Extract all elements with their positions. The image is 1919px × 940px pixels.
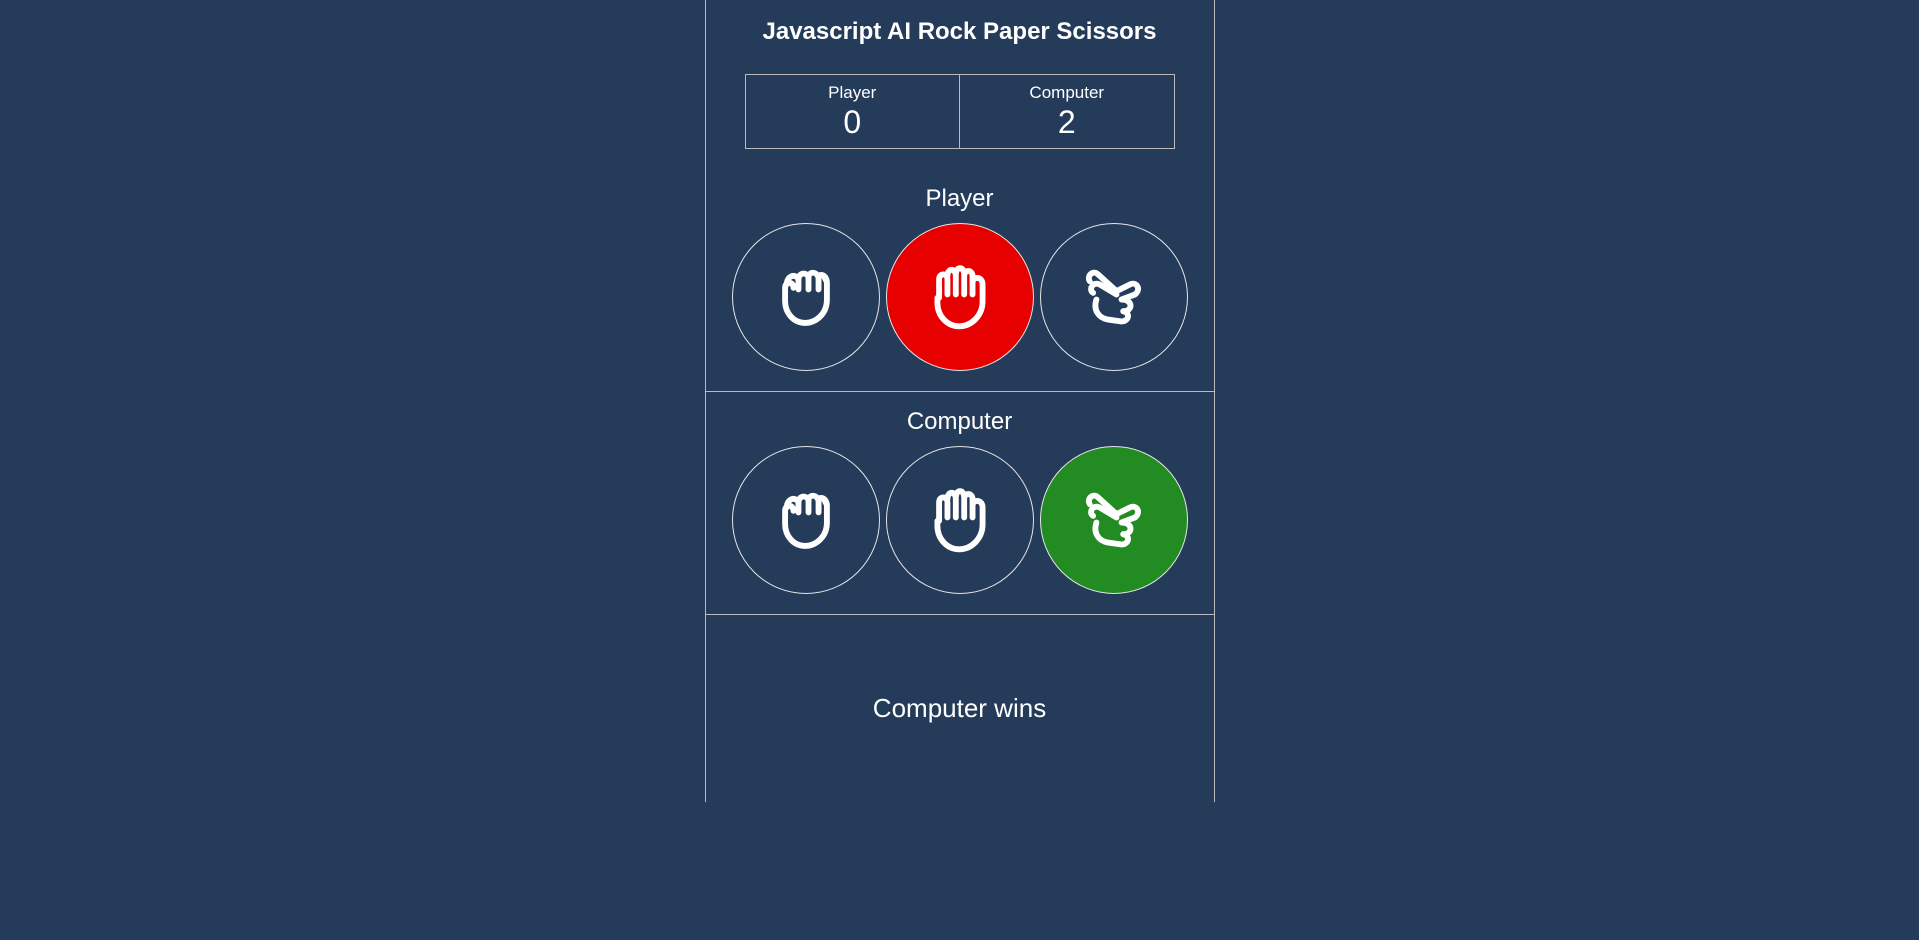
score-player-cell: Player 0: [745, 75, 960, 149]
computer-choice-paper: [886, 446, 1034, 594]
computer-choices: [706, 446, 1214, 594]
result-section: Computer wins: [706, 615, 1214, 802]
player-section-title: Player: [706, 185, 1214, 213]
player-choice-paper[interactable]: [886, 223, 1034, 371]
computer-section-title: Computer: [706, 408, 1214, 436]
score-table: Player 0 Computer 2: [745, 74, 1175, 149]
player-choice-rock[interactable]: [732, 223, 880, 371]
scissors-icon: [1068, 474, 1160, 566]
paper-icon: [914, 474, 1006, 566]
player-choices: [706, 223, 1214, 371]
paper-icon: [914, 251, 1006, 343]
result-message: Computer wins: [706, 693, 1214, 724]
scissors-icon: [1068, 251, 1160, 343]
score-computer-value: 2: [960, 105, 1174, 140]
player-section: Player: [706, 169, 1214, 392]
rock-icon: [760, 251, 852, 343]
page-title: Javascript AI Rock Paper Scissors: [706, 18, 1214, 46]
rock-icon: [760, 474, 852, 566]
computer-choice-scissors: [1040, 446, 1188, 594]
score-computer-cell: Computer 2: [960, 75, 1175, 149]
game-panel: Javascript AI Rock Paper Scissors Player…: [705, 0, 1215, 802]
score-computer-label: Computer: [960, 83, 1174, 103]
computer-section: Computer: [706, 392, 1214, 615]
computer-choice-rock: [732, 446, 880, 594]
player-choice-scissors[interactable]: [1040, 223, 1188, 371]
score-player-value: 0: [746, 105, 960, 140]
score-player-label: Player: [746, 83, 960, 103]
